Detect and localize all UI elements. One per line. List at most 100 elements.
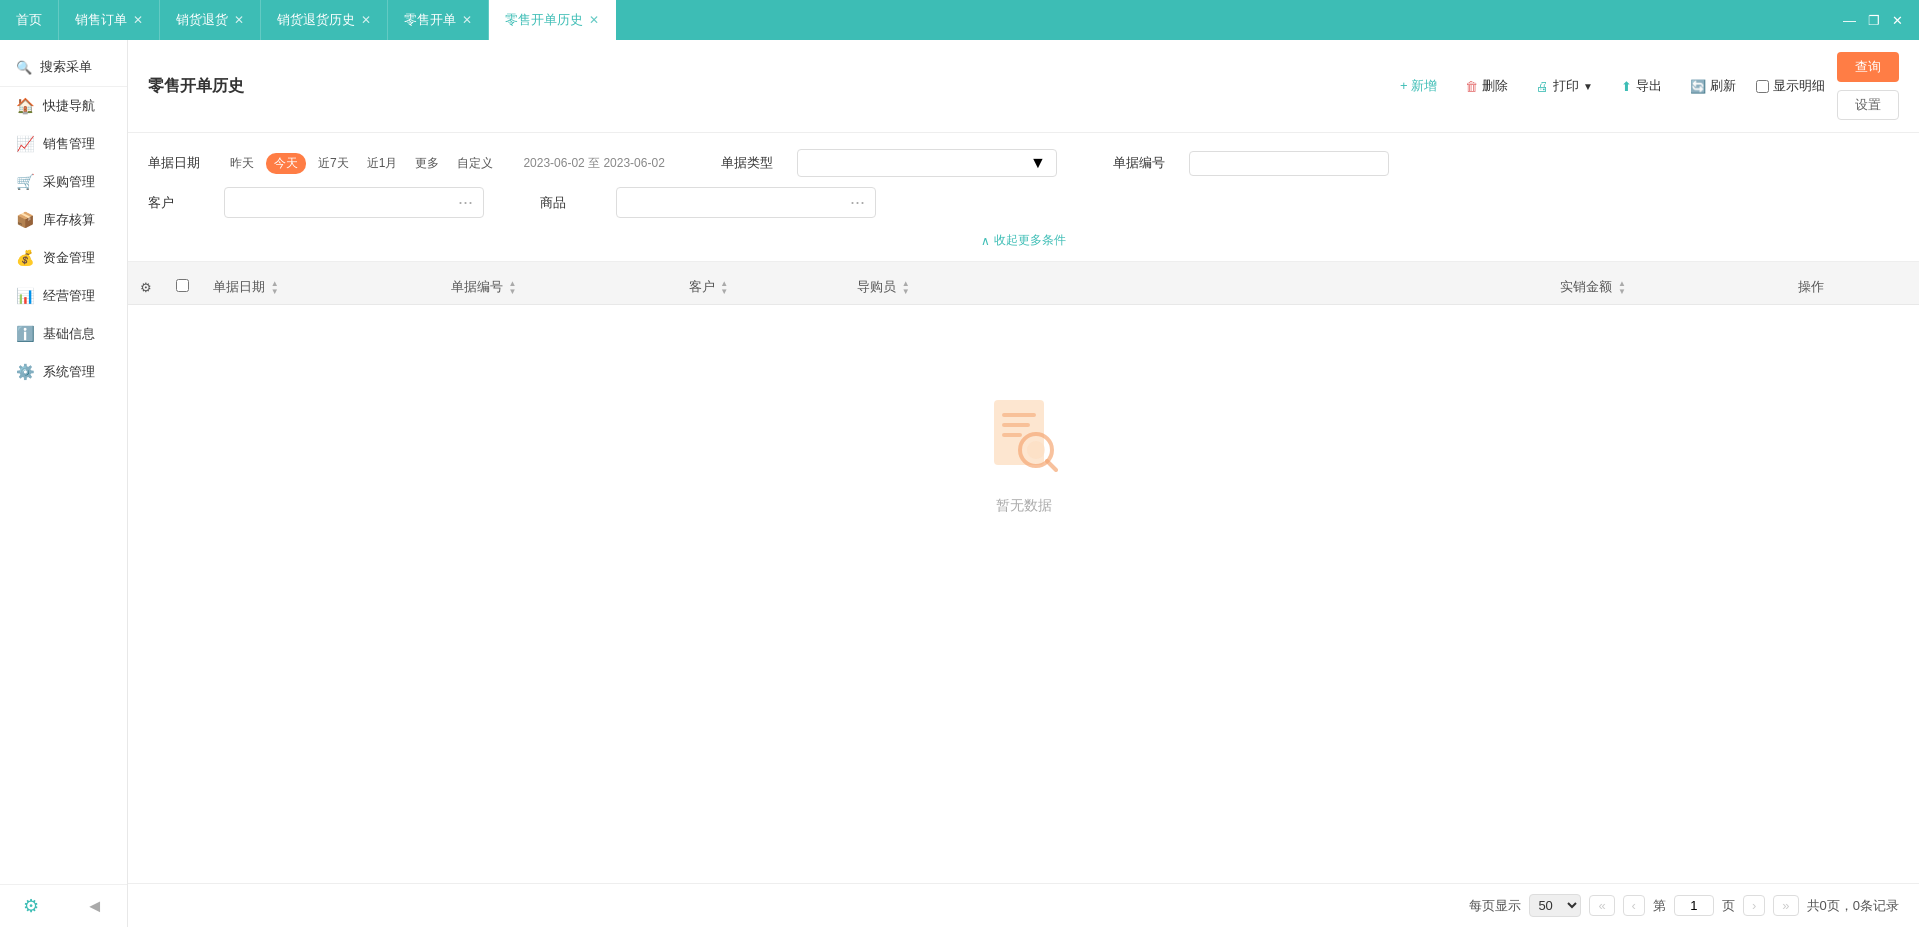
th-guide[interactable]: 导购员 ▲▼	[845, 270, 1048, 305]
display-detail-input[interactable]	[1756, 80, 1769, 93]
customer-select[interactable]: ···	[224, 187, 484, 218]
tab-retail-close[interactable]: ✕	[462, 13, 472, 27]
next-page-btn[interactable]: ›	[1743, 895, 1765, 916]
add-button-label: + 新增	[1400, 77, 1437, 95]
th-checkbox[interactable]	[164, 270, 201, 305]
sidebar-item-quicknav[interactable]: 🏠 快捷导航	[0, 87, 127, 125]
search-icon: 🔍	[16, 60, 32, 75]
filter-row-2: 客户 ··· 商品 ···	[148, 187, 1899, 218]
print-dropdown-icon: ▼	[1583, 81, 1593, 92]
page-header: 零售开单历史 + 新增 🗑 删除 🖨 打印 ▼ ⬆ 导出	[128, 40, 1919, 133]
svg-rect-3	[1002, 433, 1022, 437]
delete-button-label: 删除	[1482, 77, 1508, 95]
tab-sales-order[interactable]: 销售订单 ✕	[59, 0, 160, 40]
th-amount[interactable]: 实销金额 ▲▼	[1548, 270, 1786, 305]
tab-sales-order-close[interactable]: ✕	[133, 13, 143, 27]
display-detail-label: 显示明细	[1773, 77, 1825, 95]
sidebar-search[interactable]: 🔍 搜索采单	[0, 48, 127, 87]
sidebar-item-basic-info[interactable]: ℹ️ 基础信息	[0, 315, 127, 353]
system-icon: ⚙️	[16, 363, 35, 381]
total-text: 共0页，0条记录	[1807, 897, 1899, 915]
tab-return-history[interactable]: 销货退货历史 ✕	[261, 0, 388, 40]
refresh-button[interactable]: 🔄 刷新	[1682, 73, 1744, 99]
page-suffix: 页	[1722, 897, 1735, 915]
th-order-no-label: 单据编号	[451, 279, 503, 294]
th-guide-label: 导购员	[857, 279, 896, 294]
export-button[interactable]: ⬆ 导出	[1613, 73, 1670, 99]
window-controls: — ❐ ✕	[1843, 13, 1919, 28]
svg-rect-1	[1002, 413, 1036, 417]
date-btn-more[interactable]: 更多	[409, 153, 445, 174]
export-button-label: 导出	[1636, 77, 1662, 95]
page-number-input[interactable]	[1674, 895, 1714, 916]
print-button[interactable]: 🖨 打印 ▼	[1528, 73, 1601, 99]
tab-home-label: 首页	[16, 11, 42, 29]
select-all-checkbox[interactable]	[176, 279, 189, 292]
order-type-select[interactable]: ▼	[797, 149, 1057, 177]
filter-area: 单据日期 昨天 今天 近7天 近1月 更多 自定义 2023-06-02 至 2…	[128, 133, 1919, 262]
column-settings-icon[interactable]: ⚙	[140, 280, 152, 295]
sidebar-item-finance[interactable]: 💰 资金管理	[0, 239, 127, 277]
tab-return-history-close[interactable]: ✕	[361, 13, 371, 27]
delete-button[interactable]: 🗑 删除	[1457, 73, 1516, 99]
date-btn-custom[interactable]: 自定义	[451, 153, 499, 174]
sidebar-item-purchase[interactable]: 🛒 采购管理	[0, 163, 127, 201]
sidebar-gear-btn[interactable]: ⚙	[23, 895, 39, 917]
order-no-input[interactable]	[1189, 151, 1389, 176]
print-button-label: 打印	[1553, 77, 1579, 95]
top-bar: 首页 销售订单 ✕ 销货退货 ✕ 销货退货历史 ✕ 零售开单 ✕ 零售开单历史 …	[0, 0, 1919, 40]
sales-icon: 📈	[16, 135, 35, 153]
goods-label: 商品	[540, 194, 600, 212]
last-page-btn[interactable]: »	[1773, 895, 1798, 916]
sidebar-item-quicknav-label: 快捷导航	[43, 97, 95, 115]
th-order-no[interactable]: 单据编号 ▲▼	[439, 270, 677, 305]
tab-retail[interactable]: 零售开单 ✕	[388, 0, 489, 40]
th-action: 操作	[1786, 270, 1919, 305]
prev-page-btn[interactable]: ‹	[1623, 895, 1645, 916]
sidebar-item-sales-label: 销售管理	[43, 135, 95, 153]
date-range-display: 2023-06-02 至 2023-06-02	[523, 155, 664, 172]
tab-return-close[interactable]: ✕	[234, 13, 244, 27]
per-page-select[interactable]: 50 100 200	[1529, 894, 1581, 917]
sidebar: 🔍 搜索采单 🏠 快捷导航 📈 销售管理 🛒 采购管理 📦 库存核算 💰 资金管…	[0, 40, 128, 927]
goods-select[interactable]: ···	[616, 187, 876, 218]
th-settings[interactable]: ⚙	[128, 270, 164, 305]
th-date[interactable]: 单据日期 ▲▼	[201, 270, 439, 305]
date-sort-arrows: ▲▼	[271, 280, 279, 296]
sidebar-item-inventory-label: 库存核算	[43, 211, 95, 229]
close-btn[interactable]: ✕	[1892, 13, 1903, 28]
sidebar-item-operations[interactable]: 📊 经营管理	[0, 277, 127, 315]
date-btn-today[interactable]: 今天	[266, 153, 306, 174]
tab-retail-history-close[interactable]: ✕	[589, 13, 599, 27]
display-detail-checkbox[interactable]: 显示明细	[1756, 77, 1825, 95]
setting-button[interactable]: 设置	[1837, 90, 1899, 120]
date-btn-7days[interactable]: 近7天	[312, 153, 355, 174]
collapse-bar[interactable]: ∧ 收起更多条件	[148, 228, 1899, 253]
sidebar-item-system[interactable]: ⚙️ 系统管理	[0, 353, 127, 391]
sidebar-item-inventory[interactable]: 📦 库存核算	[0, 201, 127, 239]
date-btn-yesterday[interactable]: 昨天	[224, 153, 260, 174]
table-container: ⚙ 单据日期 ▲▼ 单据编号 ▲▼	[128, 270, 1919, 883]
sidebar-collapse-btn[interactable]: ◄	[86, 896, 104, 917]
query-button[interactable]: 查询	[1837, 52, 1899, 82]
inventory-icon: 📦	[16, 211, 35, 229]
tab-home[interactable]: 首页	[0, 0, 59, 40]
customer-label: 客户	[148, 194, 208, 212]
page-title: 零售开单历史	[148, 76, 244, 97]
first-page-btn[interactable]: «	[1589, 895, 1614, 916]
tab-return[interactable]: 销货退货 ✕	[160, 0, 261, 40]
sidebar-item-sales[interactable]: 📈 销售管理	[0, 125, 127, 163]
order-type-label: 单据类型	[721, 154, 781, 172]
main-layout: 🔍 搜索采单 🏠 快捷导航 📈 销售管理 🛒 采购管理 📦 库存核算 💰 资金管…	[0, 40, 1919, 927]
customer-dots[interactable]: ···	[458, 192, 473, 213]
th-customer[interactable]: 客户 ▲▼	[677, 270, 846, 305]
add-button[interactable]: + 新增	[1392, 73, 1445, 99]
restore-btn[interactable]: ❐	[1868, 13, 1880, 28]
date-btn-1month[interactable]: 近1月	[361, 153, 404, 174]
goods-dots[interactable]: ···	[850, 192, 865, 213]
tab-retail-history[interactable]: 零售开单历史 ✕	[489, 0, 616, 40]
minimize-btn[interactable]: —	[1843, 13, 1856, 28]
amount-sort-arrows: ▲▼	[1618, 280, 1626, 296]
customer-sort-arrows: ▲▼	[720, 280, 728, 296]
refresh-button-label: 刷新	[1710, 77, 1736, 95]
